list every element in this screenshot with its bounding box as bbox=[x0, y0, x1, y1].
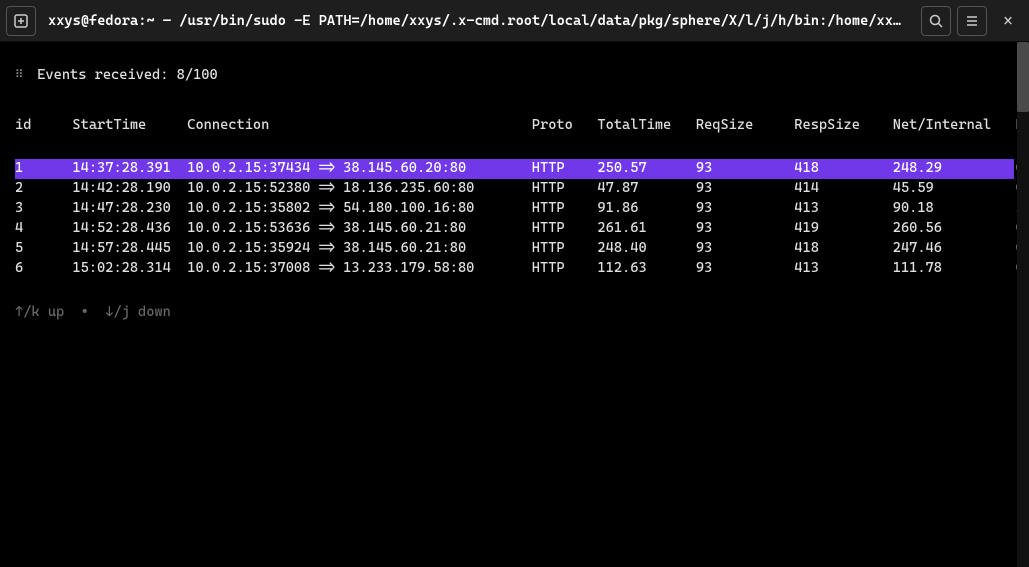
drag-handle-icon: ⠿ bbox=[15, 66, 21, 86]
table-row[interactable]: 4 14:52:28.436 10.0.2.15:53636 => 38.145… bbox=[15, 219, 1014, 239]
search-button[interactable] bbox=[921, 6, 951, 36]
terminal-area[interactable]: ⠿ Events received: 8/100 id StartTime Co… bbox=[0, 42, 1029, 567]
hamburger-icon bbox=[964, 13, 980, 29]
table-header: id StartTime Connection Proto TotalTime … bbox=[15, 116, 1014, 136]
menu-button[interactable] bbox=[957, 6, 987, 36]
events-received-text: Events received: 8/100 bbox=[37, 66, 217, 86]
table-row[interactable]: 2 14:42:28.190 10.0.2.15:52380 => 18.136… bbox=[15, 179, 1014, 199]
window-titlebar: xxys@fedora:~ — /usr/bin/sudo -E PATH=/h… bbox=[0, 0, 1029, 42]
search-icon bbox=[928, 13, 944, 29]
close-icon: × bbox=[1003, 11, 1012, 30]
new-tab-button[interactable] bbox=[6, 6, 36, 36]
events-received-line: ⠿ Events received: 8/100 bbox=[15, 66, 1014, 86]
window-title: xxys@fedora:~ — /usr/bin/sudo -E PATH=/h… bbox=[42, 13, 915, 29]
close-button[interactable]: × bbox=[993, 6, 1023, 36]
plus-square-icon bbox=[13, 13, 29, 29]
table-body: 1 14:37:28.391 10.0.2.15:37434 => 38.145… bbox=[15, 159, 1014, 279]
table-row[interactable]: 3 14:47:28.230 10.0.2.15:35802 => 54.180… bbox=[15, 199, 1014, 219]
scrollbar[interactable] bbox=[1017, 42, 1029, 567]
table-row[interactable]: 5 14:57:28.445 10.0.2.15:35924 => 38.145… bbox=[15, 239, 1014, 259]
table-row[interactable]: 6 15:02:28.314 10.0.2.15:37008 => 13.233… bbox=[15, 259, 1014, 279]
keyboard-hints: ↑/k up • ↓/j down bbox=[15, 303, 1014, 323]
scrollbar-thumb[interactable] bbox=[1017, 42, 1029, 112]
table-row[interactable]: 1 14:37:28.391 10.0.2.15:37434 => 38.145… bbox=[15, 159, 1014, 179]
